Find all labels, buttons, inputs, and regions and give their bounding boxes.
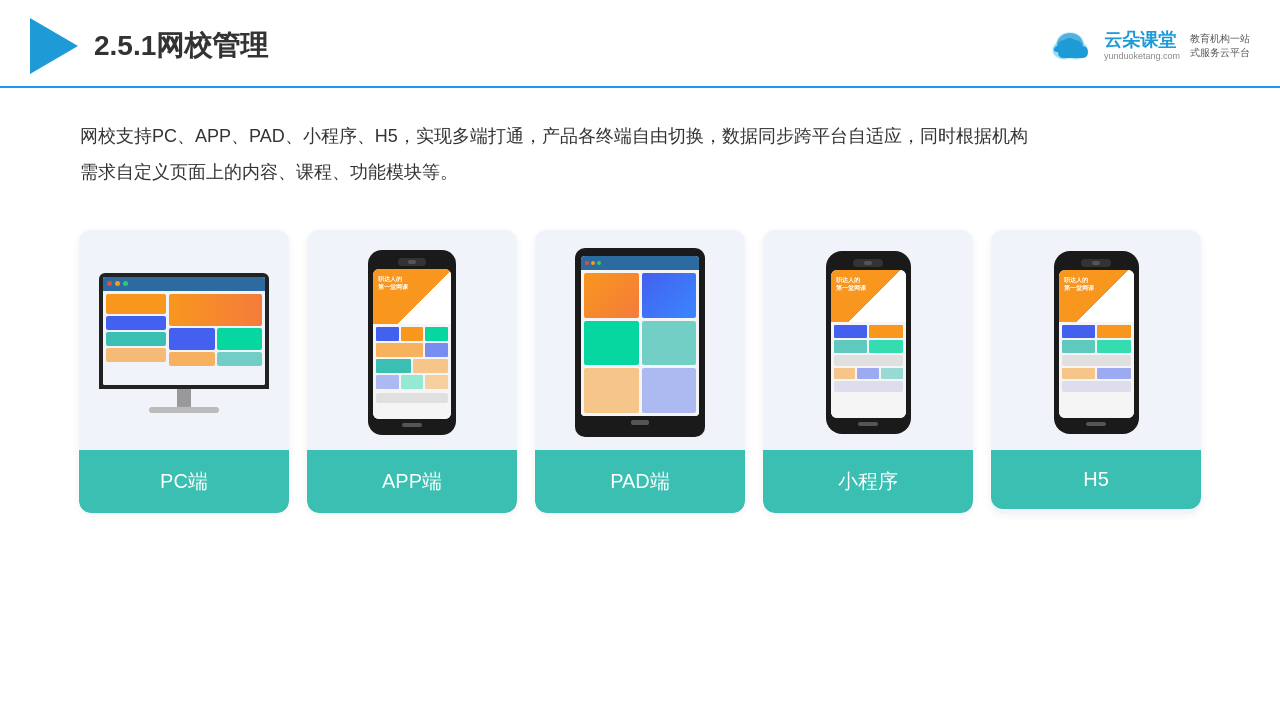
card-pad-label: PAD端 [535, 450, 745, 513]
phone-h5-icon: 职达人的第一堂网课 [1054, 251, 1139, 434]
card-pad-image [535, 230, 745, 450]
brand-text: 云朵课堂 yunduoketang.com [1104, 30, 1180, 62]
brand-name: 云朵课堂 [1104, 30, 1180, 52]
pc-monitor-icon [99, 273, 269, 413]
card-pc: PC端 [79, 230, 289, 513]
header-left: 2.5.1网校管理 [30, 18, 268, 74]
brand-slogan: 教育机构一站式服务云平台 [1190, 32, 1250, 60]
card-pc-label: PC端 [79, 450, 289, 513]
logo-triangle-icon [30, 18, 78, 74]
header: 2.5.1网校管理 云朵课堂 yunduoketang.com 教育机构一站式服… [0, 0, 1280, 88]
card-app-image: 职达人的第一堂网课 [307, 230, 517, 450]
card-h5-label: H5 [991, 450, 1201, 509]
header-right: 云朵课堂 yunduoketang.com 教育机构一站式服务云平台 [1046, 30, 1250, 62]
card-app-label: APP端 [307, 450, 517, 513]
brand-logo [1046, 30, 1094, 62]
phone-app-icon: 职达人的第一堂网课 [368, 250, 456, 435]
card-miniprogram: 职达人的第一堂网课 [763, 230, 973, 513]
card-miniprogram-label: 小程序 [763, 450, 973, 513]
card-miniprogram-image: 职达人的第一堂网课 [763, 230, 973, 450]
tablet-icon [575, 248, 705, 437]
cards-section: PC端 职达人的第一堂网课 [0, 190, 1280, 543]
phone-miniprogram-icon: 职达人的第一堂网课 [826, 251, 911, 434]
card-pad: PAD端 [535, 230, 745, 513]
description-text: 网校支持PC、APP、PAD、小程序、H5，实现多端打通，产品各终端自由切换，数… [0, 88, 1280, 190]
card-app: 职达人的第一堂网课 [307, 230, 517, 513]
page-title: 2.5.1网校管理 [94, 27, 268, 65]
card-h5-image: 职达人的第一堂网课 [991, 230, 1201, 450]
card-pc-image [79, 230, 289, 450]
brand-url: yunduoketang.com [1104, 51, 1180, 62]
cloud-icon [1046, 30, 1094, 62]
card-h5: 职达人的第一堂网课 [991, 230, 1201, 513]
